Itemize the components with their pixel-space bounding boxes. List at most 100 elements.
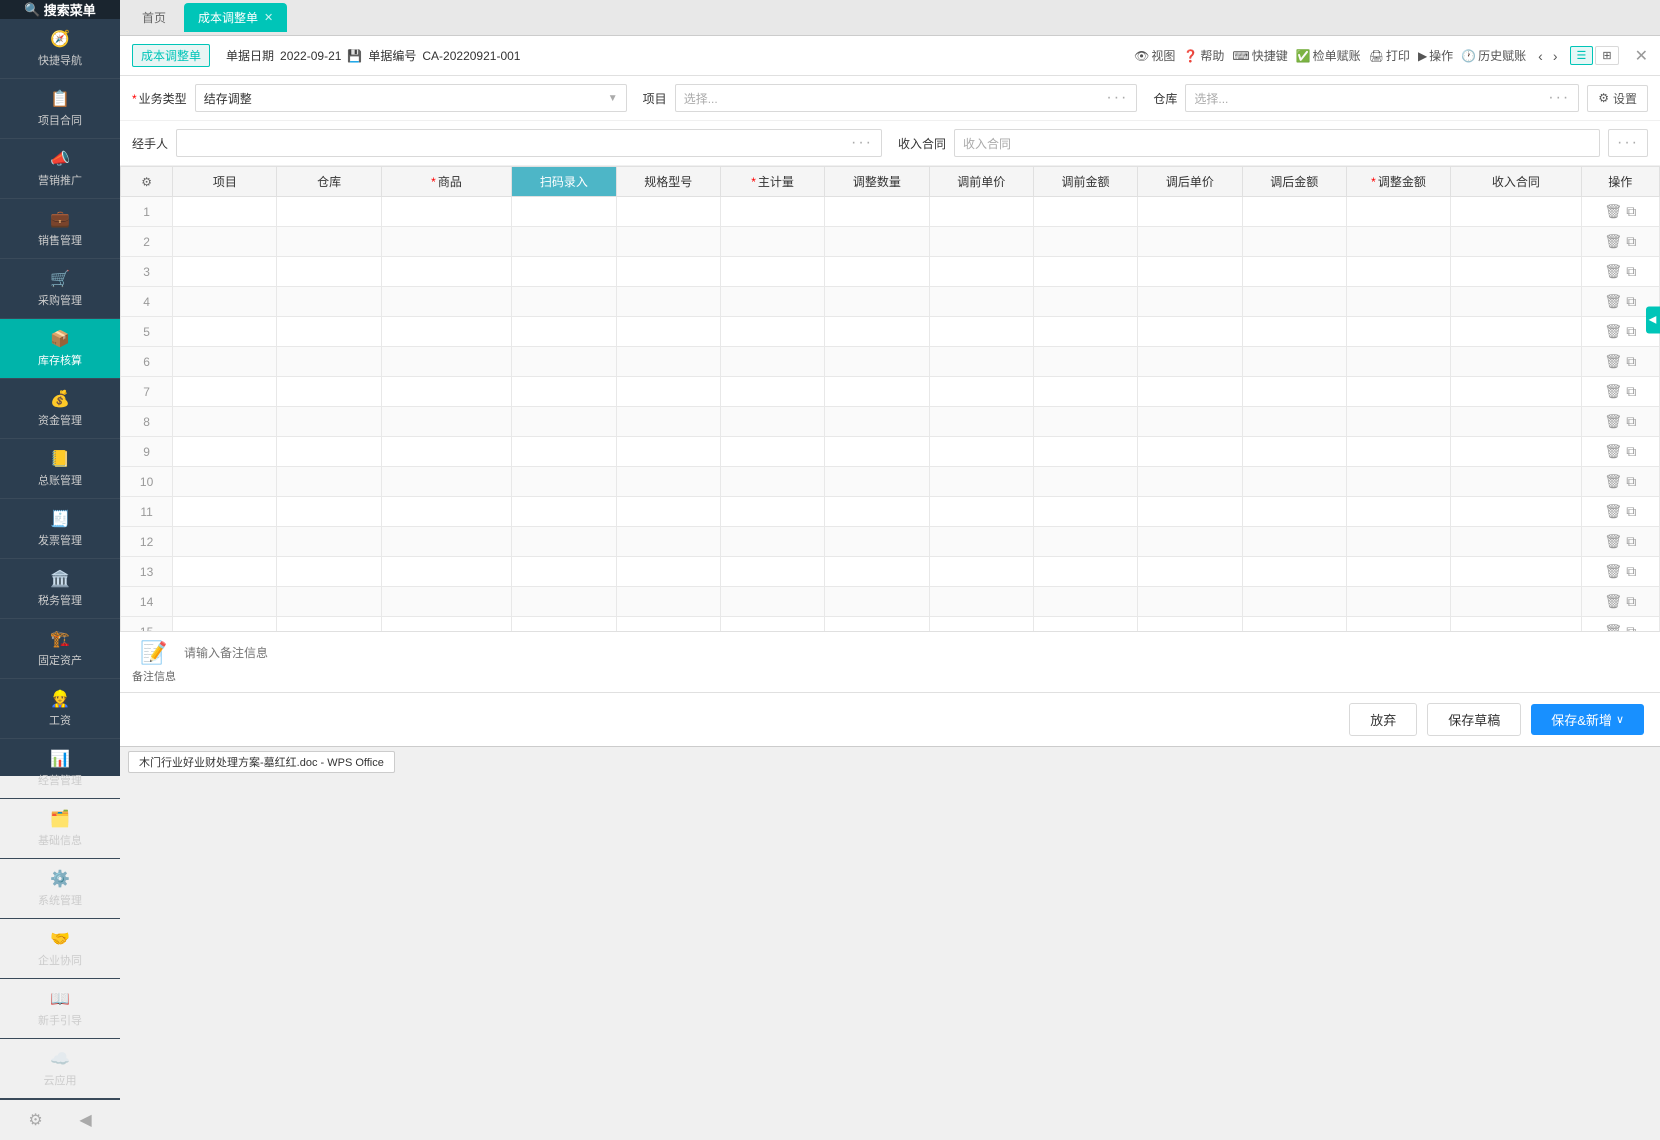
data-cell[interactable] bbox=[173, 437, 277, 467]
data-cell[interactable] bbox=[1138, 617, 1242, 632]
data-cell[interactable] bbox=[1033, 527, 1137, 557]
delete-icon[interactable]: 🗑 bbox=[1604, 293, 1622, 310]
delete-icon[interactable]: 🗑 bbox=[1604, 473, 1622, 490]
data-cell[interactable] bbox=[277, 317, 381, 347]
data-cell[interactable] bbox=[1451, 497, 1581, 527]
collapse-icon[interactable]: ◀ bbox=[79, 1110, 91, 1130]
sidebar-item-ops-mgmt[interactable]: 📊 经营管理 bbox=[0, 739, 120, 799]
data-cell[interactable] bbox=[512, 317, 616, 347]
data-cell[interactable] bbox=[277, 437, 381, 467]
data-cell[interactable] bbox=[277, 407, 381, 437]
data-cell[interactable] bbox=[616, 347, 720, 377]
data-cell[interactable] bbox=[512, 437, 616, 467]
data-cell[interactable] bbox=[929, 317, 1033, 347]
data-cell[interactable] bbox=[512, 407, 616, 437]
data-cell[interactable] bbox=[173, 377, 277, 407]
delete-icon[interactable]: 🗑 bbox=[1604, 263, 1622, 280]
data-cell[interactable] bbox=[720, 317, 824, 347]
data-cell[interactable] bbox=[825, 317, 929, 347]
col-settings[interactable]: ⚙ bbox=[121, 167, 173, 197]
data-cell[interactable] bbox=[616, 587, 720, 617]
data-cell[interactable] bbox=[381, 407, 511, 437]
data-cell[interactable] bbox=[1451, 407, 1581, 437]
data-cell[interactable] bbox=[1346, 287, 1450, 317]
data-cell[interactable] bbox=[1242, 557, 1346, 587]
data-cell[interactable] bbox=[1346, 347, 1450, 377]
delete-icon[interactable]: 🗑 bbox=[1604, 593, 1622, 610]
copy-icon[interactable]: ⧉ bbox=[1626, 503, 1636, 520]
data-cell[interactable] bbox=[1451, 467, 1581, 497]
data-cell[interactable] bbox=[1138, 527, 1242, 557]
data-cell[interactable] bbox=[1346, 317, 1450, 347]
copy-icon[interactable]: ⧉ bbox=[1626, 443, 1636, 460]
data-cell[interactable] bbox=[173, 227, 277, 257]
income-contract-dots[interactable]: ··· bbox=[1608, 129, 1648, 157]
data-cell[interactable] bbox=[929, 587, 1033, 617]
data-cell[interactable] bbox=[1346, 437, 1450, 467]
action-help[interactable]: ❓ 帮助 bbox=[1183, 47, 1224, 64]
data-cell[interactable] bbox=[381, 287, 511, 317]
action-operate[interactable]: ▶ 操作 bbox=[1418, 47, 1453, 64]
data-cell[interactable] bbox=[1138, 467, 1242, 497]
data-cell[interactable] bbox=[825, 407, 929, 437]
data-cell[interactable] bbox=[1033, 287, 1137, 317]
data-cell[interactable] bbox=[825, 467, 929, 497]
data-cell[interactable] bbox=[929, 347, 1033, 377]
data-cell[interactable] bbox=[929, 227, 1033, 257]
sidebar-item-payroll[interactable]: 👷 工资 bbox=[0, 679, 120, 739]
data-cell[interactable] bbox=[1346, 527, 1450, 557]
handler-input[interactable]: ··· bbox=[176, 129, 882, 157]
data-cell[interactable] bbox=[825, 197, 929, 227]
data-cell[interactable] bbox=[512, 287, 616, 317]
sidebar-item-project-contract[interactable]: 📋 项目合同 bbox=[0, 79, 120, 139]
data-cell[interactable] bbox=[1242, 437, 1346, 467]
data-cell[interactable] bbox=[277, 197, 381, 227]
data-cell[interactable] bbox=[173, 347, 277, 377]
data-cell[interactable] bbox=[720, 377, 824, 407]
copy-icon[interactable]: ⧉ bbox=[1626, 593, 1636, 610]
data-cell[interactable] bbox=[929, 557, 1033, 587]
action-check[interactable]: ✅ 检单赋账 bbox=[1296, 47, 1361, 64]
copy-icon[interactable]: ⧉ bbox=[1626, 263, 1636, 280]
right-edge-handle[interactable]: ◀ bbox=[1646, 307, 1660, 334]
data-cell[interactable] bbox=[1033, 467, 1137, 497]
data-cell[interactable] bbox=[1138, 377, 1242, 407]
data-cell[interactable] bbox=[720, 227, 824, 257]
data-cell[interactable] bbox=[616, 467, 720, 497]
delete-icon[interactable]: 🗑 bbox=[1604, 383, 1622, 400]
data-cell[interactable] bbox=[616, 197, 720, 227]
data-cell[interactable] bbox=[381, 527, 511, 557]
save-icon[interactable]: 💾 bbox=[347, 49, 362, 63]
data-cell[interactable] bbox=[616, 227, 720, 257]
data-cell[interactable] bbox=[720, 557, 824, 587]
tab-home[interactable]: 首页 bbox=[128, 3, 180, 32]
data-cell[interactable] bbox=[1451, 437, 1581, 467]
data-cell[interactable] bbox=[1033, 587, 1137, 617]
delete-icon[interactable]: 🗑 bbox=[1604, 563, 1622, 580]
sidebar-item-sales-mgmt[interactable]: 💼 销售管理 bbox=[0, 199, 120, 259]
data-cell[interactable] bbox=[825, 257, 929, 287]
sidebar-item-inventory-calc[interactable]: 📦 库存核算 bbox=[0, 319, 120, 379]
data-cell[interactable] bbox=[616, 377, 720, 407]
data-cell[interactable] bbox=[1242, 617, 1346, 632]
data-cell[interactable] bbox=[720, 257, 824, 287]
save-draft-button[interactable]: 保存草稿 bbox=[1427, 703, 1521, 736]
col-scan-input[interactable]: 扫码录入 bbox=[512, 167, 616, 197]
doc-close-btn[interactable]: ✕ bbox=[1635, 46, 1648, 66]
table-container[interactable]: ⚙ 项目 仓库 商品 扫码录入 规格型号 主计量 调整数量 调前单价 调前金额 … bbox=[120, 166, 1660, 631]
data-cell[interactable] bbox=[1451, 557, 1581, 587]
data-cell[interactable] bbox=[381, 617, 511, 632]
data-cell[interactable] bbox=[1242, 497, 1346, 527]
data-cell[interactable] bbox=[825, 377, 929, 407]
copy-icon[interactable]: ⧉ bbox=[1626, 383, 1636, 400]
data-cell[interactable] bbox=[825, 527, 929, 557]
data-cell[interactable] bbox=[1033, 377, 1137, 407]
data-cell[interactable] bbox=[277, 227, 381, 257]
data-cell[interactable] bbox=[720, 497, 824, 527]
data-cell[interactable] bbox=[381, 437, 511, 467]
data-cell[interactable] bbox=[381, 197, 511, 227]
data-cell[interactable] bbox=[1242, 467, 1346, 497]
data-cell[interactable] bbox=[277, 467, 381, 497]
copy-icon[interactable]: ⧉ bbox=[1626, 623, 1636, 631]
delete-icon[interactable]: 🗑 bbox=[1604, 623, 1622, 631]
